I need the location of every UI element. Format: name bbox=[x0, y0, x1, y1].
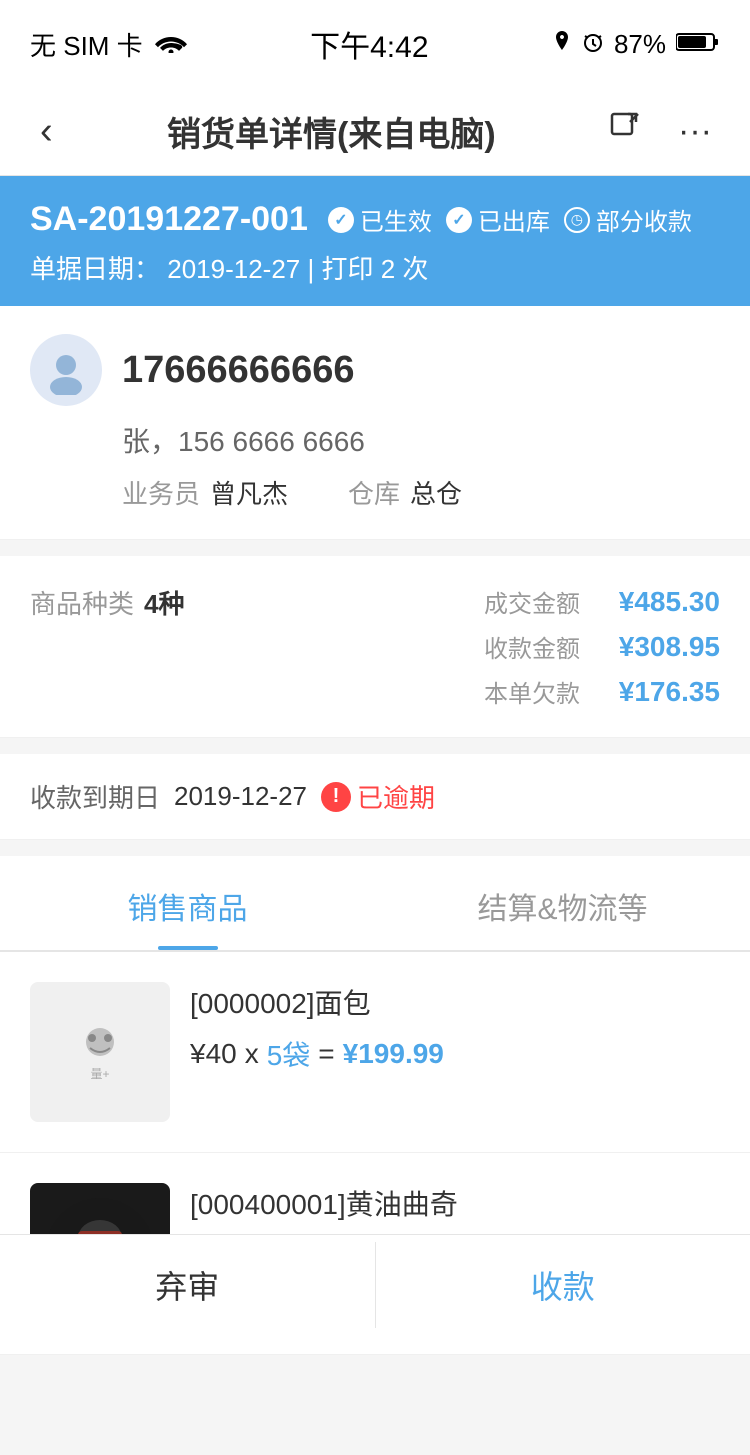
deal-amount-value: ¥485.30 bbox=[600, 586, 720, 618]
battery-text: 87% bbox=[614, 29, 666, 60]
wifi-icon bbox=[155, 29, 187, 60]
table-row: 量+ [0000002]面包 ¥40 x 5袋 = ¥199.99 bbox=[0, 952, 750, 1153]
product-name-1: [0000002]面包 bbox=[190, 982, 720, 1022]
price-total-1: ¥199.99 bbox=[343, 1038, 444, 1070]
order-date-row: 单据日期： 2019-12-27 | 打印 2 次 bbox=[30, 249, 720, 286]
deal-amount-label: 成交金额 bbox=[450, 584, 580, 619]
warehouse-label: 仓库 bbox=[348, 474, 400, 511]
tabs-section: 销售商品 结算&物流等 bbox=[0, 856, 750, 952]
price-base-1: ¥40 bbox=[190, 1038, 237, 1070]
status-effective: ✓ 已生效 bbox=[328, 202, 432, 237]
status-shipped-label: 已出库 bbox=[478, 202, 550, 237]
tabs-row: 销售商品 结算&物流等 bbox=[0, 856, 750, 950]
due-section: 收款到期日 2019-12-27 ! 已逾期 bbox=[0, 754, 750, 840]
summary-section: 商品种类 4种 成交金额 ¥485.30 收款金额 ¥308.95 本单欠款 ¥… bbox=[0, 556, 750, 738]
order-number: SA-20191227-001 bbox=[30, 200, 308, 239]
status-effective-label: 已生效 bbox=[360, 202, 432, 237]
overdue-badge: ! 已逾期 bbox=[321, 778, 435, 815]
status-shipped: ✓ 已出库 bbox=[446, 202, 550, 237]
bottom-bar: 弃审 收款 bbox=[0, 1234, 750, 1334]
status-bar: 无 SIM 卡 下午4:42 87% bbox=[0, 0, 750, 88]
salesman-item: 业务员 曾凡杰 bbox=[122, 474, 288, 511]
reject-label: 弃审 bbox=[155, 1269, 219, 1305]
price-x-1: x bbox=[245, 1038, 259, 1070]
summary-right: 成交金额 ¥485.30 收款金额 ¥308.95 本单欠款 ¥176.35 bbox=[450, 584, 720, 709]
status-right: 87% bbox=[552, 29, 720, 60]
battery-icon bbox=[676, 29, 720, 60]
overdue-icon: ! bbox=[321, 782, 351, 812]
customer-avatar bbox=[30, 334, 102, 406]
salesman-value: 曾凡杰 bbox=[210, 474, 288, 511]
due-date-label: 收款到期日 bbox=[30, 778, 160, 815]
salesman-label: 业务员 bbox=[122, 474, 200, 511]
product-name-2: [000400001]黄油曲奇 bbox=[190, 1183, 720, 1223]
warehouse-value: 总仓 bbox=[410, 474, 462, 511]
customer-sub: 张，156 6666 6666 bbox=[30, 420, 720, 460]
location-icon bbox=[552, 29, 572, 60]
collect-button[interactable]: 收款 bbox=[376, 1242, 750, 1328]
product-thumbnail-1: 量+ bbox=[30, 982, 170, 1122]
product-price-1: ¥40 x 5袋 = ¥199.99 bbox=[190, 1034, 720, 1074]
status-left: 无 SIM 卡 bbox=[30, 26, 187, 63]
tab-settlement-label: 结算&物流等 bbox=[477, 893, 647, 926]
debt-label: 本单欠款 bbox=[450, 674, 580, 709]
tab-sales-label: 销售商品 bbox=[128, 893, 248, 926]
overdue-text: 已逾期 bbox=[357, 778, 435, 815]
collected-label: 收款金额 bbox=[450, 629, 580, 664]
status-badges: ✓ 已生效 ✓ 已出库 ◷ 部分收款 bbox=[328, 202, 692, 237]
carrier-text: 无 SIM 卡 bbox=[30, 26, 143, 63]
collected-value: ¥308.95 bbox=[600, 631, 720, 663]
nav-actions: ··· bbox=[600, 102, 720, 161]
alarm-icon bbox=[582, 29, 604, 60]
collect-label: 收款 bbox=[531, 1269, 595, 1305]
price-qty-1: 5袋 bbox=[267, 1034, 311, 1074]
debt-row: 本单欠款 ¥176.35 bbox=[450, 674, 720, 709]
print-count: 2 bbox=[381, 254, 395, 284]
page-title: 销货单详情(来自电脑) bbox=[167, 107, 496, 156]
status-time: 下午4:42 bbox=[310, 22, 428, 66]
item-type-label: 商品种类 bbox=[30, 584, 134, 621]
clock-icon: ◷ bbox=[564, 207, 590, 233]
debt-value: ¥176.35 bbox=[600, 676, 720, 708]
customer-top: 17666666666 bbox=[30, 334, 720, 406]
status-partial-label: 部分收款 bbox=[596, 202, 692, 237]
order-header-row1: SA-20191227-001 ✓ 已生效 ✓ 已出库 ◷ 部分收款 bbox=[30, 200, 720, 239]
customer-section: 17666666666 张，156 6666 6666 业务员 曾凡杰 仓库 总… bbox=[0, 306, 750, 540]
due-date-value: 2019-12-27 bbox=[174, 781, 307, 812]
customer-id[interactable]: 17666666666 bbox=[122, 349, 354, 392]
nav-bar: ‹ 销货单详情(来自电脑) ··· bbox=[0, 88, 750, 176]
date-label: 单据日期： bbox=[30, 254, 160, 284]
customer-info: 业务员 曾凡杰 仓库 总仓 bbox=[30, 474, 720, 511]
item-type-count: 4种 bbox=[144, 584, 184, 621]
status-partial: ◷ 部分收款 bbox=[564, 202, 692, 237]
order-date: 2019-12-27 bbox=[167, 254, 300, 284]
order-header: SA-20191227-001 ✓ 已生效 ✓ 已出库 ◷ 部分收款 单据日期：… bbox=[0, 176, 750, 306]
back-button[interactable]: ‹ bbox=[30, 100, 63, 163]
warehouse-item: 仓库 总仓 bbox=[348, 474, 462, 511]
tab-settlement[interactable]: 结算&物流等 bbox=[375, 856, 750, 950]
deal-amount-row: 成交金额 ¥485.30 bbox=[450, 584, 720, 619]
collected-amount-row: 收款金额 ¥308.95 bbox=[450, 629, 720, 664]
product-info-1: [0000002]面包 ¥40 x 5袋 = ¥199.99 bbox=[190, 982, 720, 1074]
svg-text:量+: 量+ bbox=[90, 1067, 109, 1081]
more-button[interactable]: ··· bbox=[670, 104, 720, 159]
price-eq-1: = bbox=[318, 1038, 334, 1070]
reject-button[interactable]: 弃审 bbox=[0, 1242, 376, 1328]
share-button[interactable] bbox=[600, 102, 650, 161]
check-icon-1: ✓ bbox=[328, 207, 354, 233]
print-label: | 打印 bbox=[307, 254, 373, 284]
item-count: 商品种类 4种 bbox=[30, 584, 184, 621]
tab-sales-products[interactable]: 销售商品 bbox=[0, 856, 375, 950]
print-suffix: 次 bbox=[402, 254, 428, 284]
summary-left: 商品种类 4种 bbox=[30, 584, 184, 621]
check-icon-2: ✓ bbox=[446, 207, 472, 233]
